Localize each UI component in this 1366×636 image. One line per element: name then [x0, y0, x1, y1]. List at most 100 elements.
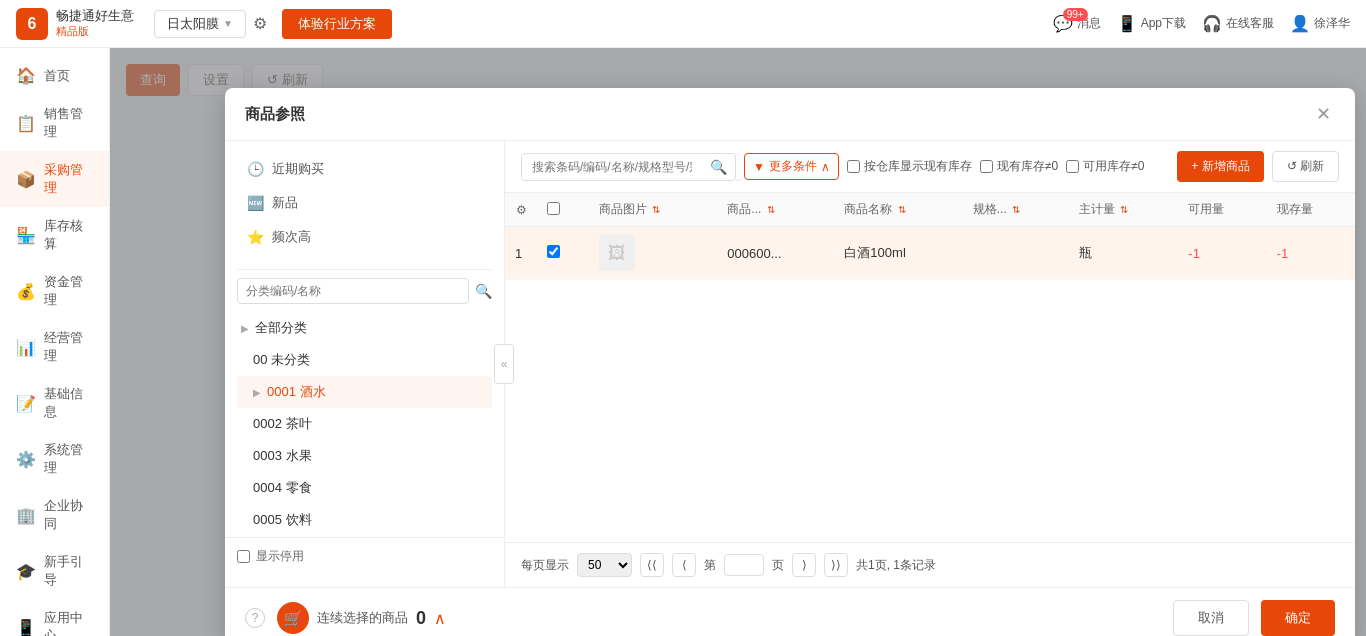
cat-tea[interactable]: 0002 茶叶	[237, 408, 492, 440]
add-product-button[interactable]: + 新增商品	[1177, 151, 1263, 182]
category-search-input[interactable]	[237, 278, 469, 304]
cat-uncategorized[interactable]: 00 未分类	[237, 344, 492, 376]
cat-beverage[interactable]: 0005 饮料	[237, 504, 492, 536]
select-all-checkbox[interactable]	[547, 202, 560, 215]
store-selector[interactable]: 日太阳膜 ▼	[154, 10, 246, 38]
left-tab-recent-label: 近期购买	[272, 160, 324, 178]
td-stock: -1	[1267, 227, 1355, 280]
refresh-button[interactable]: ↺ 刷新	[1272, 151, 1339, 182]
sidebar-label-system: 系统管理	[44, 441, 93, 477]
main-content: 查询 设置 ↺ 刷新 商品参照 ✕ 🕒 近期购买	[110, 48, 1366, 636]
first-page-button[interactable]: ⟨⟨	[640, 553, 664, 577]
cat-fruit[interactable]: 0003 水果	[237, 440, 492, 472]
th-name[interactable]: 商品名称 ⇅	[834, 193, 962, 227]
page-word: 第	[704, 557, 716, 574]
sort-spec-icon: ⇅	[1012, 204, 1020, 215]
sidebar-item-system[interactable]: ⚙️ 系统管理	[0, 431, 109, 487]
purchase-icon: 📦	[16, 170, 36, 189]
cart-collapse-icon[interactable]: ∧	[434, 609, 446, 628]
sidebar-label-appstore: 应用中心	[44, 609, 93, 636]
filter-btn-label: 更多条件	[769, 158, 817, 175]
cart-icon[interactable]: 🛒	[277, 602, 309, 634]
th-stock[interactable]: 现存量	[1267, 193, 1355, 227]
cat-snack[interactable]: 0004 零食	[237, 472, 492, 504]
footer-buttons: 取消 确定	[1173, 600, 1335, 636]
settings-icon[interactable]: ⚙	[246, 10, 274, 38]
th-code[interactable]: 商品... ⇅	[717, 193, 834, 227]
user-avatar-item[interactable]: 👤 徐泽华	[1290, 14, 1350, 33]
th-image: 商品图片 ⇅	[589, 193, 717, 227]
left-tab-new[interactable]: 🆕 新品	[237, 187, 492, 219]
row-checkbox[interactable]	[547, 245, 560, 258]
th-spec[interactable]: 规格... ⇅	[963, 193, 1069, 227]
prev-page-button[interactable]: ⟨	[672, 553, 696, 577]
app-download-item[interactable]: 📱 App下载	[1117, 14, 1186, 33]
th-available[interactable]: 可用量	[1178, 193, 1266, 227]
th-settings: ⚙	[505, 193, 537, 227]
sidebar-item-guide[interactable]: 🎓 新手引导	[0, 543, 109, 599]
cat-liquor[interactable]: ▶ 0001 酒水	[237, 376, 492, 408]
message-icon-item[interactable]: 💬 99+ 消息	[1053, 14, 1101, 33]
sidebar-item-appstore[interactable]: 📱 应用中心	[0, 599, 109, 636]
product-reference-modal: 商品参照 ✕ 🕒 近期购买 🆕 新品	[225, 88, 1355, 636]
modal-right-panel: 🔍 ▼ 更多条件 ∧ 按仓库显示现有库存	[505, 141, 1355, 587]
warehouse-stock-checkbox[interactable]	[847, 160, 860, 173]
confirm-button[interactable]: 确定	[1261, 600, 1335, 636]
available-stock-checkbox[interactable]	[980, 160, 993, 173]
sidebar-item-enterprise[interactable]: 🏢 企业协同	[0, 487, 109, 543]
filter-arrow-icon: ∧	[821, 160, 830, 174]
product-search-icon[interactable]: 🔍	[702, 154, 735, 180]
logo-sub: 精品版	[56, 24, 134, 39]
usable-stock-checkbox[interactable]	[1066, 160, 1079, 173]
sidebar-item-sales[interactable]: 📋 销售管理	[0, 95, 109, 151]
system-icon: ⚙️	[16, 450, 36, 469]
modal-toolbar: 🔍 ▼ 更多条件 ∧ 按仓库显示现有库存	[505, 141, 1355, 193]
available-stock-label: 现有库存≠0	[997, 158, 1058, 175]
sidebar-item-basic[interactable]: 📝 基础信息	[0, 375, 109, 431]
online-service-item[interactable]: 🎧 在线客服	[1202, 14, 1274, 33]
recent-icon: 🕒	[247, 161, 264, 177]
category-tree: ▶ 全部分类 00 未分类 ▶ 0001 酒水 0002 茶叶	[225, 312, 504, 537]
cat-all[interactable]: ▶ 全部分类	[237, 312, 492, 344]
help-icon[interactable]: ?	[245, 608, 265, 628]
last-page-button[interactable]: ⟩⟩	[824, 553, 848, 577]
category-search-button[interactable]: 🔍	[475, 283, 492, 299]
logo-icon: 6	[16, 8, 48, 40]
table-row[interactable]: 1 🖼 000600... 白酒100ml 瓶 -1	[505, 227, 1355, 280]
cancel-button[interactable]: 取消	[1173, 600, 1249, 636]
more-filters-button[interactable]: ▼ 更多条件 ∧	[744, 153, 839, 180]
warehouse-stock-checkbox-label[interactable]: 按仓库显示现有库存	[847, 158, 972, 175]
sidebar-item-home[interactable]: 🏠 首页	[0, 56, 109, 95]
finance-icon: 💰	[16, 282, 36, 301]
td-name: 白酒100ml	[834, 227, 962, 280]
sort-image-icon: ⇅	[652, 204, 660, 215]
sidebar-item-inventory[interactable]: 🏪 库存核算	[0, 207, 109, 263]
left-panel-collapse-btn[interactable]: «	[494, 344, 514, 384]
service-label: 在线客服	[1226, 15, 1274, 32]
modal-left-panel: 🕒 近期购买 🆕 新品 ⭐ 频次高	[225, 141, 505, 587]
available-stock-checkbox-label[interactable]: 现有库存≠0	[980, 158, 1058, 175]
cat-liquor-label: 0001 酒水	[267, 383, 326, 401]
home-icon: 🏠	[16, 66, 36, 85]
per-page-select[interactable]: 50 100 200	[577, 553, 632, 577]
next-page-button[interactable]: ⟩	[792, 553, 816, 577]
message-badge: 99+	[1063, 8, 1088, 21]
table-body: 1 🖼 000600... 白酒100ml 瓶 -1	[505, 227, 1355, 280]
left-tab-frequent[interactable]: ⭐ 频次高	[237, 221, 492, 253]
sidebar-item-finance[interactable]: 💰 资金管理	[0, 263, 109, 319]
enterprise-icon: 🏢	[16, 506, 36, 525]
dropdown-arrow: ▼	[223, 18, 233, 29]
left-tab-recent[interactable]: 🕒 近期购买	[237, 153, 492, 185]
sidebar-item-operation[interactable]: 📊 经营管理	[0, 319, 109, 375]
usable-stock-checkbox-label[interactable]: 可用库存≠0	[1066, 158, 1144, 175]
trial-button[interactable]: 体验行业方案	[282, 9, 392, 39]
usable-stock-label: 可用库存≠0	[1083, 158, 1144, 175]
product-search-input[interactable]	[522, 155, 702, 179]
nav-right: 💬 99+ 消息 📱 App下载 🎧 在线客服 👤 徐泽华	[1053, 14, 1350, 33]
th-unit[interactable]: 主计量 ⇅	[1069, 193, 1178, 227]
page-number-input[interactable]: 1	[724, 554, 764, 576]
show-disabled-checkbox[interactable]	[237, 550, 250, 563]
modal-close-button[interactable]: ✕	[1311, 102, 1335, 126]
sidebar-item-purchase[interactable]: 📦 采购管理	[0, 151, 109, 207]
app-label: App下载	[1141, 15, 1186, 32]
